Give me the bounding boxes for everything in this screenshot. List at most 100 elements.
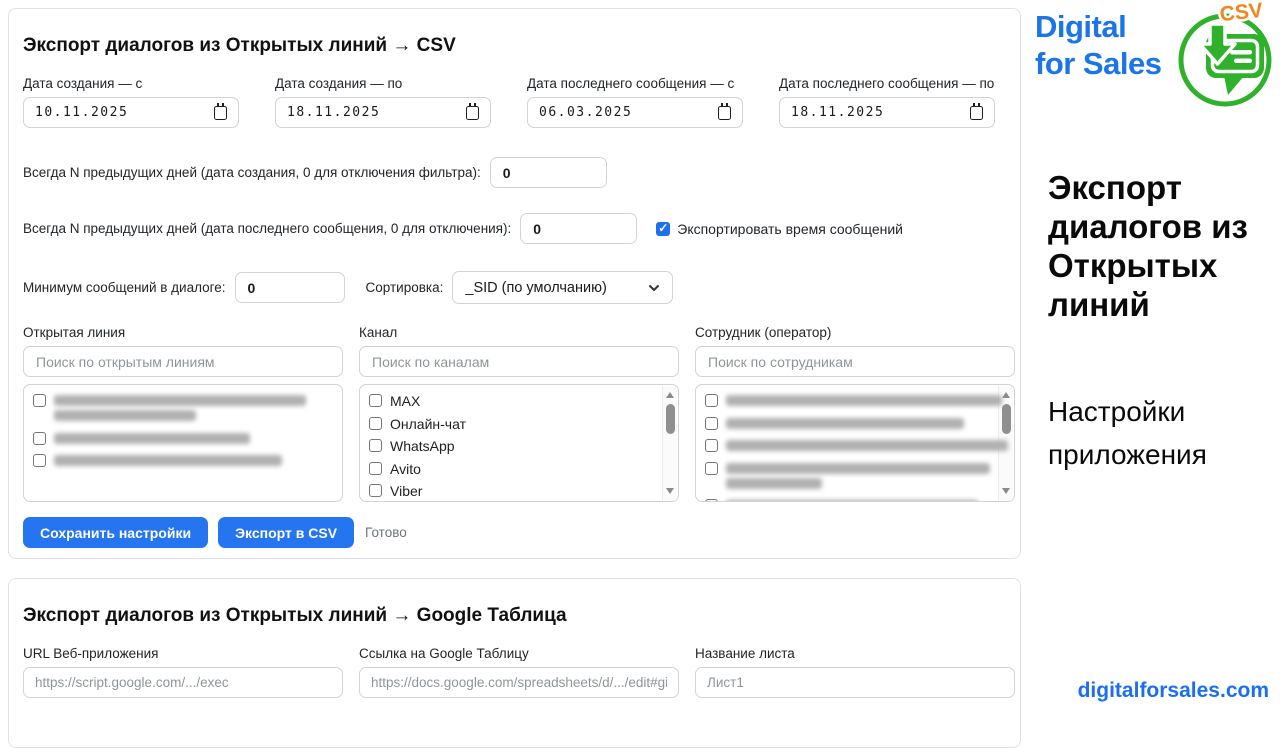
list-item[interactable] (705, 497, 992, 501)
date-lastmsg-from-input[interactable]: 06.03.2025 (527, 97, 743, 128)
item-checkbox[interactable] (369, 394, 382, 407)
scrollbar-thumb[interactable] (1002, 404, 1011, 434)
google-sheet-panel: Экспорт диалогов из Открытых линий → Goo… (8, 578, 1021, 748)
channel-label: Канал (359, 325, 398, 340)
redacted-text (726, 497, 978, 501)
sheet-link-label: Ссылка на Google Таблицу (359, 646, 529, 661)
min-messages-input[interactable] (234, 272, 345, 303)
list-item[interactable] (33, 452, 333, 470)
date-lastmsg-from-label: Дата последнего сообщения — с (527, 76, 735, 91)
list-item[interactable] (705, 437, 1008, 455)
csv-export-panel: Экспорт диалогов из Открытых линий → CSV… (8, 8, 1021, 559)
redacted-text (726, 415, 964, 433)
ndays-last-input[interactable] (520, 213, 638, 244)
redacted-text (726, 392, 1002, 410)
date-lastmsg-to-input[interactable]: 18.11.2025 (779, 97, 995, 128)
webapp-url-label: URL Веб-приложения (23, 646, 159, 661)
export-time-checkbox-group[interactable]: Экспортировать время сообщений (656, 221, 903, 237)
date-value: 18.11.2025 (791, 105, 885, 120)
open-line-column: Открытая линия (23, 325, 343, 502)
ndays-last-label: Всегда N предыдущих дней (дата последнег… (23, 221, 512, 236)
list-item[interactable]: Viber (369, 482, 656, 500)
filter-lists-row: Открытая линия Канал MAX Онлайн-чат WhatsA… (23, 325, 1015, 502)
sort-label: Сортировка: (365, 280, 444, 295)
item-checkbox[interactable] (33, 394, 46, 407)
sheet-name-label: Название листа (695, 646, 795, 661)
redacted-text (726, 437, 1008, 455)
list-item[interactable]: Avito (369, 460, 656, 478)
status-text: Готово (365, 525, 407, 540)
list-item[interactable] (705, 392, 1002, 410)
webapp-url-input[interactable] (23, 667, 343, 698)
item-checkbox[interactable] (705, 416, 718, 430)
export-time-checkbox[interactable] (656, 221, 671, 236)
item-checkbox[interactable] (705, 461, 718, 475)
list-item[interactable]: MAX (369, 392, 656, 410)
list-item-label: Онлайн-чат (390, 415, 466, 432)
export-csv-button[interactable]: Экспорт в CSV (218, 517, 355, 548)
min-messages-label: Минимум сообщений в диалоге: (23, 280, 226, 295)
calendar-icon[interactable] (214, 102, 227, 120)
scroll-down-arrow-icon[interactable] (999, 484, 1013, 498)
ndays-created-label: Всегда N предыдущих дней (дата создания,… (23, 165, 481, 180)
date-created-from-field: Дата создания — с 10.11.2025 (23, 76, 239, 128)
list-item[interactable] (33, 392, 333, 425)
item-checkbox[interactable] (369, 484, 382, 497)
open-line-search-input[interactable] (23, 346, 343, 377)
min-messages-row: Минимум сообщений в диалоге: Сортировка:… (23, 271, 1006, 304)
date-value: 06.03.2025 (539, 105, 633, 120)
gs-fields-row: URL Веб-приложения Ссылка на Google Табл… (23, 646, 1015, 698)
channel-column: Канал MAXОнлайн-чатWhatsAppAvitoViberTel… (359, 325, 679, 502)
open-line-label: Открытая линия (23, 325, 126, 340)
save-settings-button[interactable]: Сохранить настройки (23, 517, 209, 548)
item-checkbox[interactable] (705, 499, 718, 501)
sort-select-value: _SID (по умолчанию) (465, 279, 607, 296)
website-link[interactable]: digitalforsales.com (1078, 679, 1269, 703)
item-checkbox[interactable] (33, 431, 46, 445)
open-line-listbox[interactable] (23, 384, 343, 502)
scroll-down-arrow-icon[interactable] (663, 484, 677, 498)
list-item[interactable]: WhatsApp (369, 437, 656, 455)
scrollbar[interactable] (662, 386, 677, 500)
sidebar-heading: Экспорт диалогов из Открытых линий (1048, 169, 1248, 323)
item-checkbox[interactable] (705, 439, 718, 452)
channel-search-input[interactable] (359, 346, 679, 377)
calendar-icon[interactable] (718, 102, 731, 120)
csv-download-chat-icon: CSV (1178, 2, 1272, 107)
date-created-from-input[interactable]: 10.11.2025 (23, 97, 239, 128)
redacted-text (54, 452, 282, 470)
scroll-up-arrow-icon[interactable] (663, 388, 677, 402)
sheet-name-input[interactable] (695, 667, 1015, 698)
ndays-created-row: Всегда N предыдущих дней (дата создания,… (23, 157, 1006, 188)
ndays-last-row: Всегда N предыдущих дней (дата последнег… (23, 213, 1006, 244)
list-item[interactable] (705, 460, 992, 493)
date-created-to-input[interactable]: 18.11.2025 (275, 97, 491, 128)
ndays-created-input[interactable] (489, 157, 607, 188)
sheet-link-input[interactable] (359, 667, 679, 698)
date-lastmsg-from-field: Дата последнего сообщения — с 06.03.2025 (527, 76, 743, 128)
list-item[interactable] (33, 430, 333, 448)
employee-search-input[interactable] (695, 346, 1015, 377)
scrollbar-thumb[interactable] (666, 404, 675, 434)
list-item[interactable]: Онлайн-чат (369, 415, 656, 433)
date-lastmsg-to-field: Дата последнего сообщения — по 18.11.202… (779, 76, 995, 128)
date-lastmsg-to-label: Дата последнего сообщения — по (779, 76, 995, 91)
calendar-icon[interactable] (466, 102, 479, 120)
channel-listbox[interactable]: MAXОнлайн-чатWhatsAppAvitoViberTelegram (359, 384, 679, 502)
employee-listbox[interactable] (695, 384, 1015, 502)
date-filters-row: Дата создания — с 10.11.2025 Дата создан… (23, 76, 1006, 128)
sheet-name-field: Название листа (695, 646, 1015, 698)
item-checkbox[interactable] (705, 394, 718, 407)
sheet-link-field: Ссылка на Google Таблицу (359, 646, 679, 698)
list-item-label: Viber (390, 483, 423, 499)
sort-select[interactable]: _SID (по умолчанию) (452, 271, 674, 304)
sidebar-subheading: Настройки приложения (1048, 396, 1207, 470)
employee-column: Сотрудник (оператор) (695, 325, 1015, 502)
item-checkbox[interactable] (33, 454, 46, 467)
actions-row: Сохранить настройки Экспорт в CSV Готово (23, 517, 1006, 548)
list-item[interactable] (705, 415, 992, 433)
item-checkbox[interactable] (369, 461, 382, 475)
calendar-icon[interactable] (970, 102, 983, 120)
item-checkbox[interactable] (369, 439, 382, 452)
item-checkbox[interactable] (369, 416, 382, 430)
